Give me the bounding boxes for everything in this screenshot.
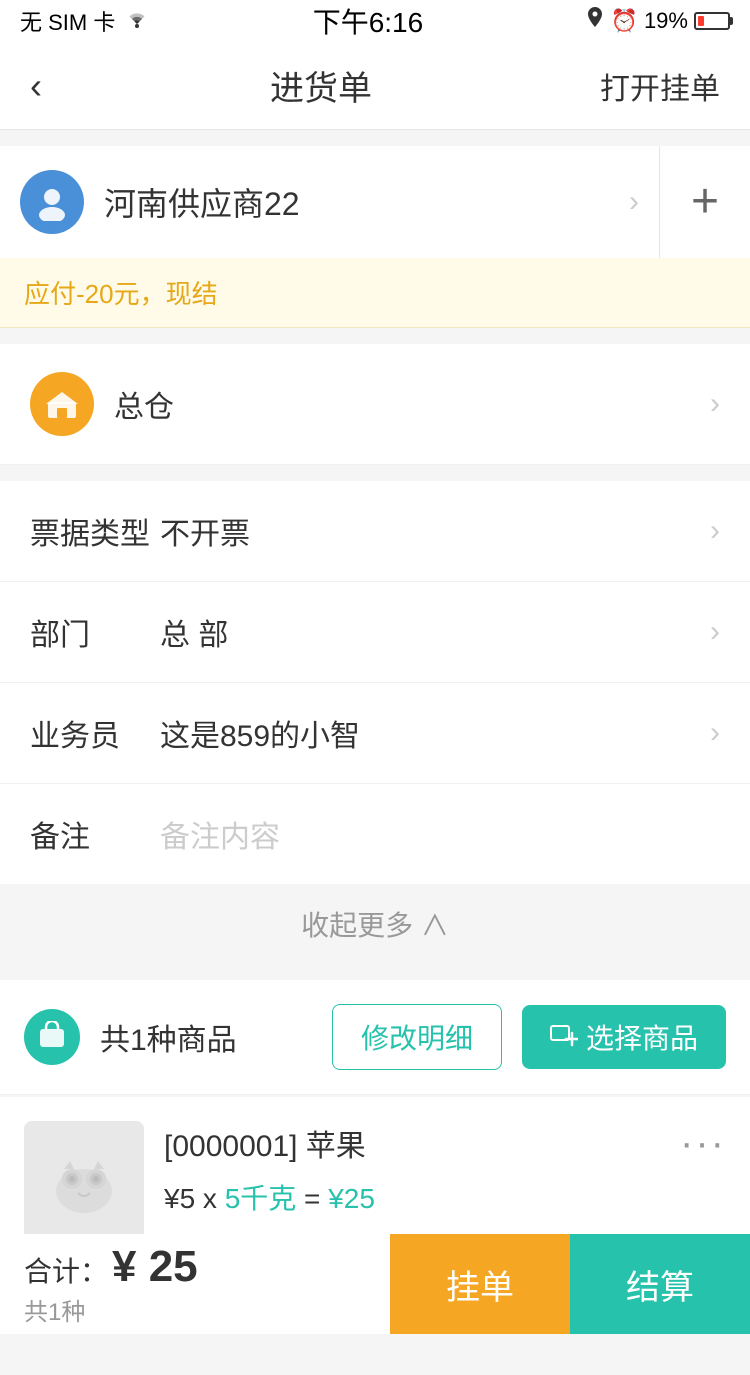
product-unit-price: ¥5 x [164,1183,225,1214]
warehouse-name: 总仓 [114,382,700,426]
invoice-type-row[interactable]: 票据类型 不开票 › [0,481,750,582]
product-info: [0000001] 苹果 ¥5 x 5千克 = ¥25 [164,1121,660,1217]
supplier-section: 河南供应商22 › + [0,146,750,258]
warehouse-icon [30,372,94,436]
hang-order-button[interactable]: 挂单 [390,1234,570,1334]
gap-3 [0,465,750,481]
status-bar: 无 SIM 卡 下午6:16 ⏰ 19% [0,0,750,42]
invoice-type-value: 不开票 [160,509,700,553]
salesman-row[interactable]: 业务员 这是859的小智 › [0,683,750,784]
product-name: [0000001] 苹果 [164,1121,660,1165]
gap-1 [0,130,750,146]
page-title: 进货单 [270,61,372,110]
wifi-icon [123,8,151,34]
gap-2 [0,328,750,344]
product-count-icon [24,1009,80,1065]
carrier-text: 无 SIM 卡 [20,5,115,37]
total-section: 合计： ¥ 25 共1种 [0,1234,390,1334]
product-title: 苹果 [306,1130,366,1163]
salesman-value: 这是859的小智 [160,711,700,755]
total-count: 共1种 [24,1292,366,1327]
open-pending-button[interactable]: 打开挂单 [600,64,720,108]
remark-label: 备注 [30,812,160,856]
department-label: 部门 [30,610,160,654]
supplier-name: 河南供应商22 [104,179,619,225]
product-total: ¥25 [328,1183,375,1214]
status-left: 无 SIM 卡 [20,5,151,37]
product-code: [0000001] [164,1130,306,1163]
department-row[interactable]: 部门 总 部 › [0,582,750,683]
supplier-avatar [20,170,84,234]
battery-percent: 19% [644,8,688,34]
alarm-icon: ⏰ [611,8,638,34]
gap-4 [0,964,750,980]
total-amount: ¥ 25 [112,1242,198,1292]
select-product-button[interactable]: 选择商品 [522,1005,726,1069]
department-value: 总 部 [160,610,700,654]
checkout-button[interactable]: 结算 [570,1234,750,1334]
salesman-chevron-icon: › [710,716,720,750]
remark-input[interactable]: 备注内容 [160,812,720,856]
divider-1 [0,1094,750,1095]
select-product-label: 选择商品 [586,1017,698,1057]
invoice-type-label: 票据类型 [30,509,160,553]
remark-row[interactable]: 备注 备注内容 [0,784,750,884]
supplier-notice: 应付-20元，现结 [0,258,750,328]
add-supplier-button[interactable]: + [660,146,750,258]
supplier-row[interactable]: 河南供应商22 › [0,146,660,258]
back-button[interactable]: ‹ [30,65,42,107]
product-price: ¥5 x 5千克 = ¥25 [164,1177,660,1217]
status-right: ⏰ 19% [585,7,730,35]
collapse-label: 收起更多 ∧ [301,904,449,944]
edit-detail-button[interactable]: 修改明细 [332,1004,502,1070]
product-count-label: 共1种商品 [100,1015,312,1059]
total-label: 合计： [24,1250,108,1290]
product-more-button[interactable]: ··· [680,1121,726,1166]
bottom-bar: 合计： ¥ 25 共1种 挂单 结算 [0,1234,750,1334]
content: 河南供应商22 › + 应付-20元，现结 总仓 › 票据类型 不开票 › 部门… [0,130,750,1375]
invoice-type-chevron-icon: › [710,514,720,548]
product-header: 共1种商品 修改明细 选择商品 [0,980,750,1094]
department-chevron-icon: › [710,615,720,649]
product-equals: = [296,1183,328,1214]
product-thumbnail [24,1121,144,1241]
battery-icon [694,12,730,30]
warehouse-chevron-icon: › [710,387,720,421]
collapse-button[interactable]: 收起更多 ∧ [0,884,750,964]
warehouse-row[interactable]: 总仓 › [0,344,750,465]
location-icon [585,7,605,35]
salesman-label: 业务员 [30,711,160,755]
nav-bar: ‹ 进货单 打开挂单 [0,42,750,130]
status-time: 下午6:16 [313,1,424,41]
supplier-chevron-icon: › [629,185,639,219]
product-qty: 5千克 [225,1183,297,1214]
